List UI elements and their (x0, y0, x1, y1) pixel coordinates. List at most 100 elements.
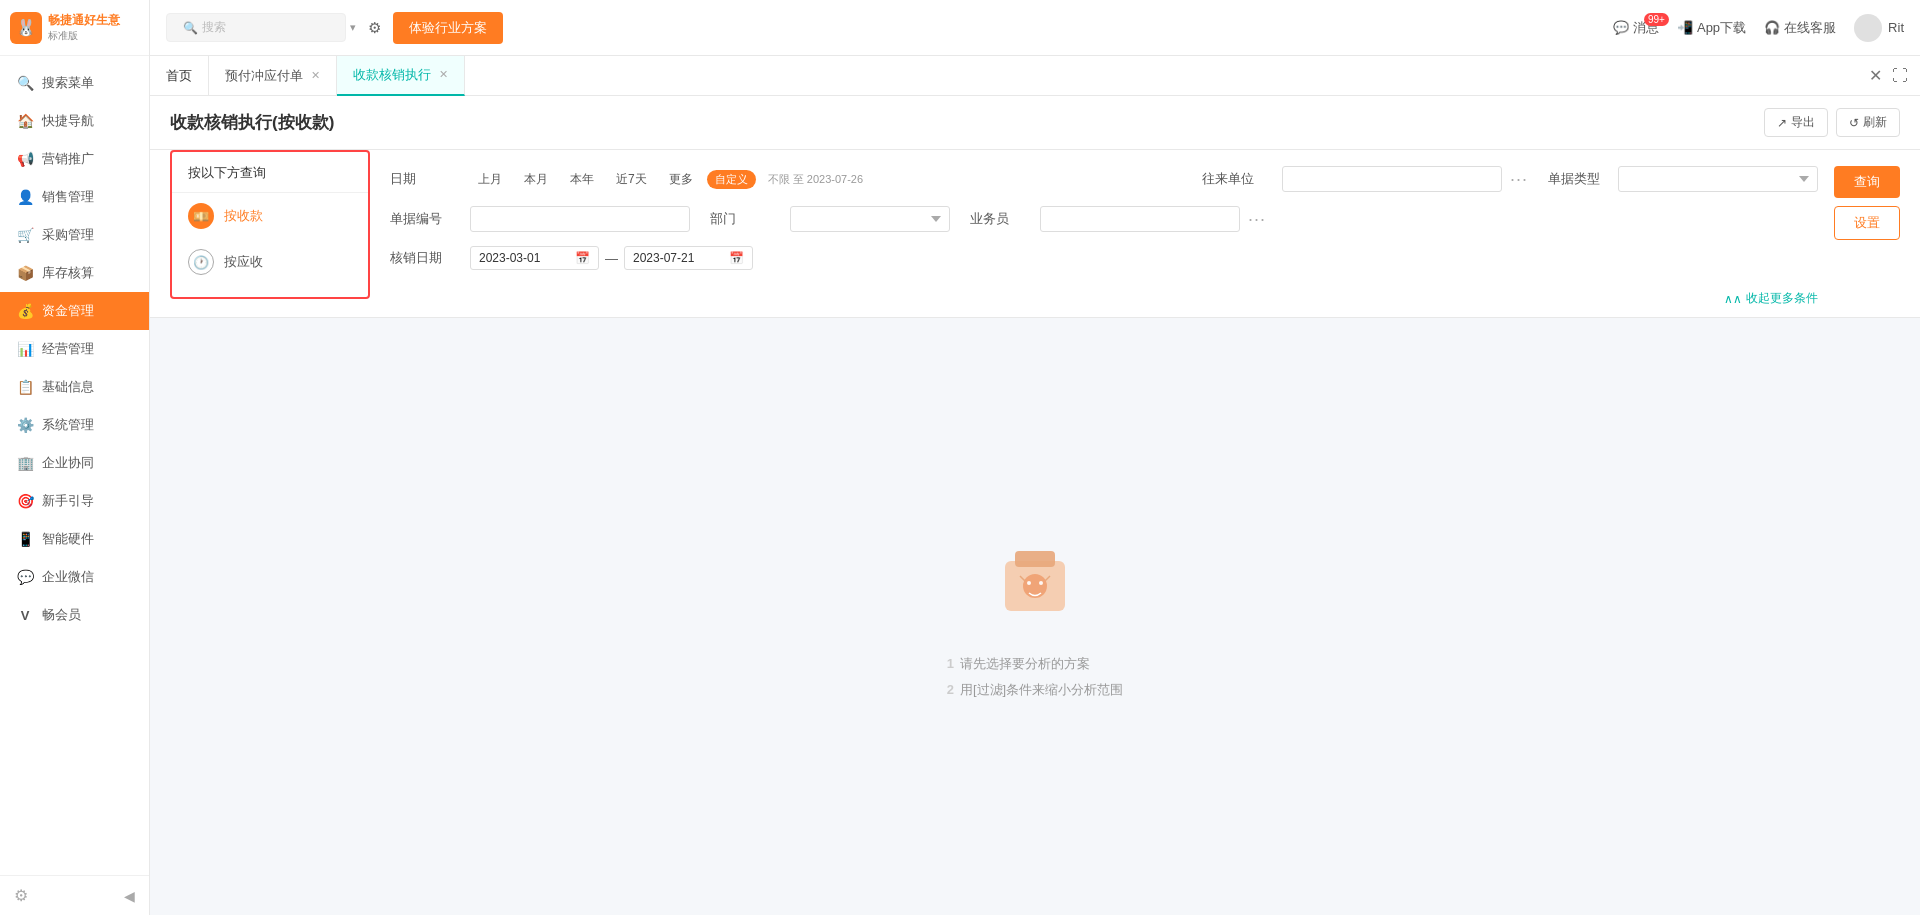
verify-date-label: 核销日期 (390, 249, 470, 267)
staff-input[interactable] (1040, 206, 1240, 232)
logo-text: 畅捷通好生意 标准版 (48, 13, 120, 42)
partner-input[interactable] (1282, 166, 1502, 192)
tab-prepay[interactable]: 预付冲应付单 ✕ (209, 56, 337, 96)
sidebar-item-purchase[interactable]: 🛒 采购管理 (0, 216, 149, 254)
svg-point-4 (1039, 581, 1043, 585)
member-icon: V (16, 608, 34, 623)
empty-illustration (985, 531, 1085, 631)
query-button[interactable]: 查询 (1834, 166, 1900, 198)
sidebar-item-member[interactable]: V 畅会员 (0, 596, 149, 634)
staff-dots[interactable]: ··· (1248, 209, 1266, 230)
date-btn-more[interactable]: 更多 (661, 168, 701, 191)
user-name: Rit (1888, 20, 1904, 35)
hardware-icon: 📱 (16, 531, 34, 547)
verify-date-start-input[interactable] (479, 251, 569, 265)
topbar: 🔍 搜索 ▾ ⚙ 体验行业方案 💬 消息 99+ 📲 App下载 🎧 在线客服 … (150, 0, 1920, 56)
verify-date-end-input[interactable] (633, 251, 723, 265)
settings-footer-icon[interactable]: ⚙ (14, 886, 28, 905)
filter-by-receipt[interactable]: 💴 按收款 (172, 193, 368, 239)
home-icon: 🏠 (16, 113, 34, 129)
message-badge: 99+ (1644, 13, 1669, 26)
app-download-action[interactable]: 📲 App下载 (1677, 19, 1746, 37)
date-btn-this-month[interactable]: 本月 (516, 168, 556, 191)
expand-tab-btn[interactable]: ⛶ (1888, 63, 1912, 89)
content-area: 收款核销执行(按收款) ↗ 导出 ↺ 刷新 按以下方查询 💴 (150, 96, 1920, 915)
collapse-more-button[interactable]: ∧∧ 收起更多条件 (1724, 290, 1818, 307)
sidebar-item-business[interactable]: 📊 经营管理 (0, 330, 149, 368)
topbar-actions: 💬 消息 99+ 📲 App下载 🎧 在线客服 Rit (1613, 14, 1904, 42)
side-filter-panel: 按以下方查询 💴 按收款 🕐 按应收 (170, 150, 370, 299)
settings-button[interactable]: 设置 (1834, 206, 1900, 240)
chevron-up-icon: ∧∧ (1724, 292, 1742, 306)
system-icon: ⚙️ (16, 417, 34, 433)
search-icon: 🔍 (16, 75, 34, 91)
date-buttons-group: 上月 本月 本年 近7天 更多 自定义 不限 至 2023-07-26 (470, 168, 1182, 191)
tabbar-buttons: ✕ ⛶ (1865, 62, 1920, 89)
app-icon: 📲 (1677, 20, 1693, 35)
service-action[interactable]: 🎧 在线客服 (1764, 19, 1836, 37)
topbar-search-box[interactable]: 🔍 搜索 (166, 13, 346, 42)
industry-solution-button[interactable]: 体验行业方案 (393, 12, 503, 44)
finance-icon: 💰 (16, 303, 34, 319)
sales-icon: 👤 (16, 189, 34, 205)
tabbar: 首页 预付冲应付单 ✕ 收款核销执行 ✕ ✕ ⛶ (150, 56, 1920, 96)
service-icon: 🎧 (1764, 20, 1780, 35)
sidebar-item-marketing[interactable]: 📢 营销推广 (0, 140, 149, 178)
empty-tip-2: 2 用[过滤]条件来缩小分析范围 (947, 677, 1123, 703)
svg-point-2 (1023, 574, 1047, 598)
sidebar-item-shortcut[interactable]: 🏠 快捷导航 (0, 102, 149, 140)
page-header-actions: ↗ 导出 ↺ 刷新 (1764, 108, 1900, 149)
calendar-start-icon[interactable]: 📅 (575, 251, 590, 265)
user-menu[interactable]: Rit (1854, 14, 1904, 42)
doc-type-select[interactable] (1618, 166, 1818, 192)
partner-dots[interactable]: ··· (1510, 169, 1528, 190)
filter-row-2: 单据编号 部门 业务员 ··· (390, 206, 1818, 232)
collapse-more-section: ∧∧ 收起更多条件 (390, 284, 1818, 317)
date-btn-7days[interactable]: 近7天 (608, 168, 655, 191)
sidebar-item-wechat[interactable]: 💬 企业微信 (0, 558, 149, 596)
by-receipt-icon: 💴 (188, 203, 214, 229)
main-area: 🔍 搜索 ▾ ⚙ 体验行业方案 💬 消息 99+ 📲 App下载 🎧 在线客服 … (150, 0, 1920, 915)
sidebar-item-finance[interactable]: 💰 资金管理 (0, 292, 149, 330)
settings-icon[interactable]: ⚙ (368, 19, 381, 37)
staff-label: 业务员 (970, 210, 1040, 228)
guide-icon: 🎯 (16, 493, 34, 509)
sidebar-item-sales[interactable]: 👤 销售管理 (0, 178, 149, 216)
date-btn-this-year[interactable]: 本年 (562, 168, 602, 191)
sidebar-item-guide[interactable]: 🎯 新手引导 (0, 482, 149, 520)
verify-date-group: 📅 — 📅 (470, 246, 753, 270)
page-title: 收款核销执行(按收款) (170, 111, 334, 146)
tab-receipt-verify[interactable]: 收款核销执行 ✕ (337, 56, 465, 96)
message-action[interactable]: 💬 消息 99+ (1613, 19, 1659, 37)
sidebar-item-basic[interactable]: 📋 基础信息 (0, 368, 149, 406)
calendar-end-icon[interactable]: 📅 (729, 251, 744, 265)
sidebar-item-search[interactable]: 🔍 搜索菜单 (0, 64, 149, 102)
close-tab-btn[interactable]: ✕ (1865, 62, 1886, 89)
svg-point-3 (1027, 581, 1031, 585)
sidebar-nav: 🔍 搜索菜单 🏠 快捷导航 📢 营销推广 👤 销售管理 🛒 采购管理 📦 库存核… (0, 56, 149, 875)
verify-date-start-box: 📅 (470, 246, 599, 270)
search-dropdown-icon[interactable]: ▾ (350, 21, 356, 34)
sidebar: 🐰 畅捷通好生意 标准版 🔍 搜索菜单 🏠 快捷导航 📢 营销推广 👤 销售管理… (0, 0, 150, 915)
business-icon: 📊 (16, 341, 34, 357)
verify-date-end-box: 📅 (624, 246, 753, 270)
export-button[interactable]: ↗ 导出 (1764, 108, 1828, 137)
sidebar-item-hardware[interactable]: 📱 智能硬件 (0, 520, 149, 558)
date-label: 日期 (390, 170, 470, 188)
filter-row-3: 核销日期 📅 — 📅 (390, 246, 1818, 270)
date-custom-badge: 自定义 (707, 170, 756, 189)
tab-receipt-verify-close[interactable]: ✕ (439, 68, 448, 81)
sidebar-item-enterprise[interactable]: 🏢 企业协同 (0, 444, 149, 482)
doc-num-input[interactable] (470, 206, 690, 232)
refresh-button[interactable]: ↺ 刷新 (1836, 108, 1900, 137)
date-btn-last-month[interactable]: 上月 (470, 168, 510, 191)
filter-by-receivable[interactable]: 🕐 按应收 (172, 239, 368, 285)
tab-prepay-close[interactable]: ✕ (311, 69, 320, 82)
refresh-icon: ↺ (1849, 116, 1859, 130)
user-avatar (1854, 14, 1882, 42)
tab-home[interactable]: 首页 (150, 56, 209, 96)
sidebar-item-inventory[interactable]: 📦 库存核算 (0, 254, 149, 292)
collapse-sidebar-icon[interactable]: ◀ (124, 888, 135, 904)
sidebar-item-system[interactable]: ⚙️ 系统管理 (0, 406, 149, 444)
dept-select[interactable] (790, 206, 950, 232)
